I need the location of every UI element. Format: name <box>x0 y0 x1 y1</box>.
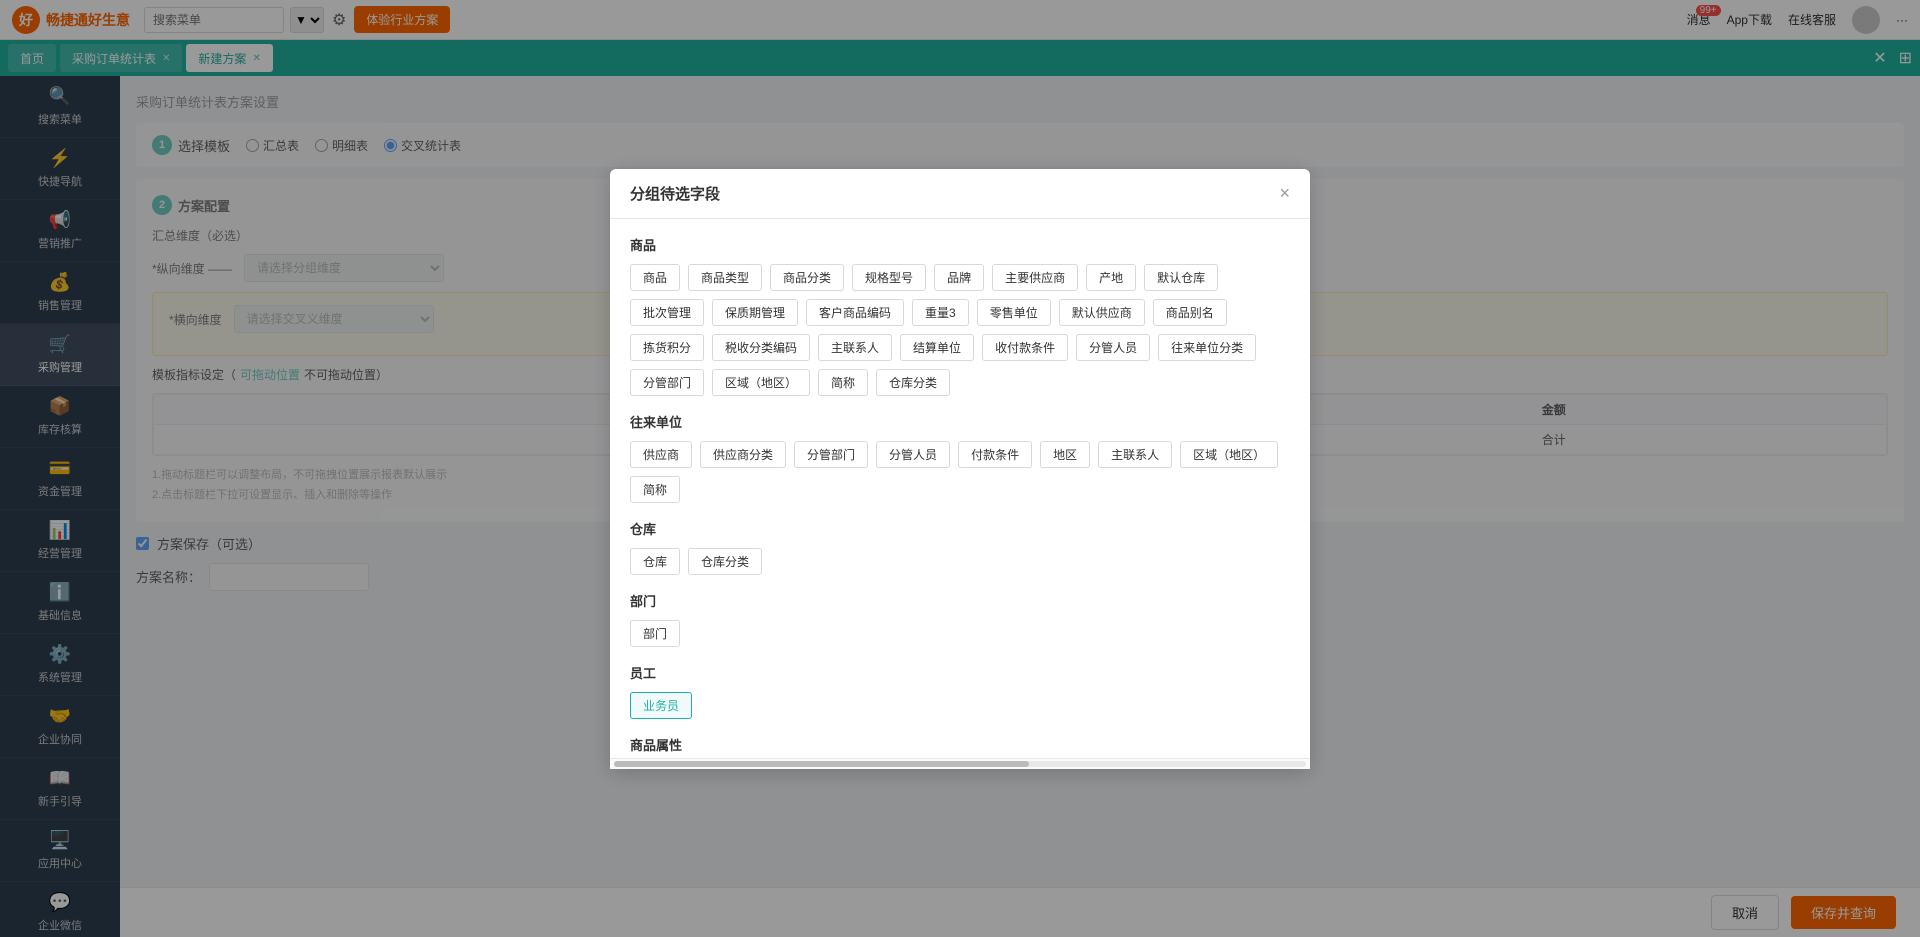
modal-overlay: 分组待选字段 × 商品 商品 商品类型 商品分类 规格型号 品牌 主要供应商 产… <box>0 0 1920 937</box>
field-tag-short-name[interactable]: 简称 <box>818 369 868 396</box>
field-tag-partner-category[interactable]: 往来单位分类 <box>1158 334 1256 361</box>
field-tag-default-warehouse[interactable]: 默认仓库 <box>1144 264 1218 291</box>
field-tag-district[interactable]: 地区 <box>1040 441 1090 468</box>
field-tag-origin[interactable]: 产地 <box>1086 264 1136 291</box>
field-tag-partner-dept[interactable]: 分管部门 <box>794 441 868 468</box>
field-tag-partner-region[interactable]: 区域（地区） <box>1180 441 1278 468</box>
modal-title: 分组待选字段 <box>630 183 720 204</box>
field-tag-supplier-cat[interactable]: 供应商分类 <box>700 441 786 468</box>
section-title-warehouse: 仓库 <box>630 519 1290 538</box>
field-tags-partner: 供应商 供应商分类 分管部门 分管人员 付款条件 地区 主联系人 区域（地区） … <box>630 441 1290 503</box>
field-tag-main-contact[interactable]: 主联系人 <box>818 334 892 361</box>
field-tag-supplier[interactable]: 供应商 <box>630 441 692 468</box>
field-tag-retail-unit[interactable]: 零售单位 <box>977 299 1051 326</box>
field-tag-brand[interactable]: 品牌 <box>934 264 984 291</box>
field-tag-dept-mgmt[interactable]: 分管部门 <box>630 369 704 396</box>
field-tag-partner-shortname[interactable]: 简称 <box>630 476 680 503</box>
field-tags-dept: 部门 <box>630 620 1290 647</box>
field-tag-product-type[interactable]: 商品类型 <box>688 264 762 291</box>
field-tag-payment-terms[interactable]: 收付款条件 <box>982 334 1068 361</box>
section-title-product-attr: 商品属性 <box>630 735 1290 754</box>
section-title-dept: 部门 <box>630 591 1290 610</box>
modal: 分组待选字段 × 商品 商品 商品类型 商品分类 规格型号 品牌 主要供应商 产… <box>610 169 1310 769</box>
field-tag-batch-mgmt[interactable]: 批次管理 <box>630 299 704 326</box>
field-tag-pick-points[interactable]: 拣货积分 <box>630 334 704 361</box>
field-tag-tax-code[interactable]: 税收分类编码 <box>712 334 810 361</box>
field-tag-spec-model[interactable]: 规格型号 <box>852 264 926 291</box>
modal-header: 分组待选字段 × <box>610 169 1310 219</box>
field-tag-payment-cond[interactable]: 付款条件 <box>958 441 1032 468</box>
field-tag-warehouse-category[interactable]: 仓库分类 <box>688 548 762 575</box>
field-tag-customer-code[interactable]: 客户商品编码 <box>806 299 904 326</box>
field-tag-partner-contact[interactable]: 主联系人 <box>1098 441 1172 468</box>
field-tag-region[interactable]: 区域（地区） <box>712 369 810 396</box>
modal-close-button[interactable]: × <box>1279 183 1290 204</box>
field-tags-warehouse: 仓库 仓库分类 <box>630 548 1290 575</box>
field-tags-product: 商品 商品类型 商品分类 规格型号 品牌 主要供应商 产地 默认仓库 批次管理 … <box>630 264 1290 396</box>
section-title-partner: 往来单位 <box>630 412 1290 431</box>
field-tag-supervisor[interactable]: 分管人员 <box>1076 334 1150 361</box>
field-tag-main-supplier[interactable]: 主要供应商 <box>992 264 1078 291</box>
field-tag-settlement-unit[interactable]: 结算单位 <box>900 334 974 361</box>
field-tag-product-alias[interactable]: 商品别名 <box>1153 299 1227 326</box>
section-title-employee: 员工 <box>630 663 1290 682</box>
modal-body: 商品 商品 商品类型 商品分类 规格型号 品牌 主要供应商 产地 默认仓库 批次… <box>610 219 1310 759</box>
field-tag-weight3[interactable]: 重量3 <box>912 299 969 326</box>
field-tag-salesperson[interactable]: 业务员 <box>630 692 692 719</box>
field-tag-shelf-life[interactable]: 保质期管理 <box>712 299 798 326</box>
field-tag-product[interactable]: 商品 <box>630 264 680 291</box>
field-tag-product-category[interactable]: 商品分类 <box>770 264 844 291</box>
field-tag-warehouse-cat[interactable]: 仓库分类 <box>876 369 950 396</box>
section-title-product: 商品 <box>630 235 1290 254</box>
field-tag-dept[interactable]: 部门 <box>630 620 680 647</box>
field-tag-warehouse[interactable]: 仓库 <box>630 548 680 575</box>
field-tags-employee: 业务员 <box>630 692 1290 719</box>
field-tag-partner-supervisor[interactable]: 分管人员 <box>876 441 950 468</box>
field-tag-default-supplier[interactable]: 默认供应商 <box>1059 299 1145 326</box>
